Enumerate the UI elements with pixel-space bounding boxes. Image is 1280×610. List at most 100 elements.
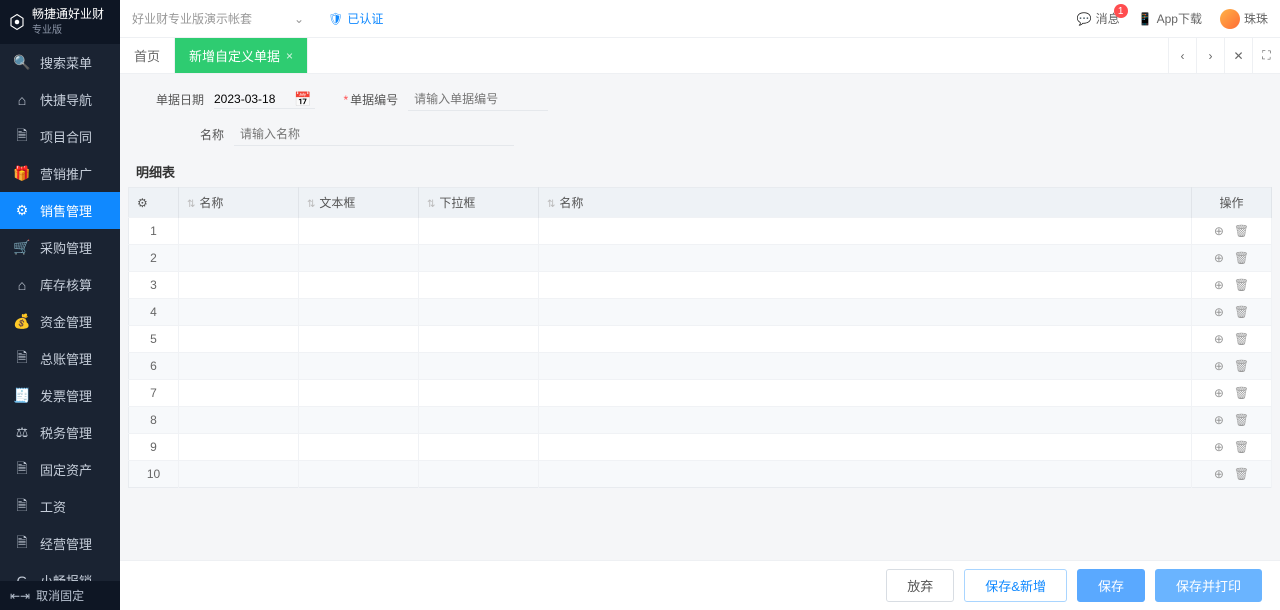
save-button[interactable]: 保存: [1077, 569, 1145, 602]
cell-textbox[interactable]: [299, 245, 419, 272]
sidebar-item-operation-mgmt[interactable]: 🗎经营管理: [0, 525, 120, 562]
row-add-button[interactable]: ⊕: [1214, 332, 1224, 346]
table-row[interactable]: 2⊕🗑: [129, 245, 1272, 272]
cell-textbox[interactable]: [299, 461, 419, 488]
cell-name1[interactable]: [179, 407, 299, 434]
cell-name1[interactable]: [179, 326, 299, 353]
table-row[interactable]: 10⊕🗑: [129, 461, 1272, 488]
cell-textbox[interactable]: [299, 272, 419, 299]
col-settings[interactable]: ⚙: [129, 188, 179, 218]
row-add-button[interactable]: ⊕: [1214, 278, 1224, 292]
sidebar-item-tax-mgmt[interactable]: ⚖税务管理: [0, 414, 120, 451]
row-delete-button[interactable]: 🗑: [1234, 305, 1249, 319]
org-selector[interactable]: 好业财专业版演示帐套 ⌄: [132, 10, 304, 27]
cell-textbox[interactable]: [299, 407, 419, 434]
cell-textbox[interactable]: [299, 380, 419, 407]
calendar-icon[interactable]: 📅: [294, 91, 311, 108]
sidebar-item-fixed-assets[interactable]: 🗎固定资产: [0, 451, 120, 488]
user-menu[interactable]: 珠珠: [1220, 9, 1268, 29]
sidebar-item-xiaochang[interactable]: G小畅报销: [0, 562, 120, 581]
col-dropdown[interactable]: ⇅下拉框: [419, 188, 539, 218]
cell-name2[interactable]: [539, 218, 1192, 245]
save-and-print-button[interactable]: 保存并打印: [1155, 569, 1262, 602]
row-add-button[interactable]: ⊕: [1214, 359, 1224, 373]
tab-active[interactable]: 新增自定义单据 ×: [175, 38, 308, 73]
tabs-next-button[interactable]: ›: [1196, 38, 1224, 73]
cell-name1[interactable]: [179, 434, 299, 461]
sidebar-item-quick-nav[interactable]: ⌂快捷导航: [0, 81, 120, 118]
row-delete-button[interactable]: 🗑: [1234, 332, 1249, 346]
row-delete-button[interactable]: 🗑: [1234, 278, 1249, 292]
cell-dropdown[interactable]: [419, 245, 539, 272]
cell-name2[interactable]: [539, 299, 1192, 326]
cell-name2[interactable]: [539, 245, 1192, 272]
fullscreen-button[interactable]: ⛶: [1252, 38, 1280, 73]
cell-name2[interactable]: [539, 380, 1192, 407]
table-row[interactable]: 4⊕🗑: [129, 299, 1272, 326]
row-delete-button[interactable]: 🗑: [1234, 386, 1249, 400]
bill-date-input[interactable]: [214, 92, 294, 106]
tab-home[interactable]: 首页: [120, 38, 175, 73]
row-add-button[interactable]: ⊕: [1214, 467, 1224, 481]
cell-textbox[interactable]: [299, 434, 419, 461]
cell-name2[interactable]: [539, 461, 1192, 488]
row-delete-button[interactable]: 🗑: [1234, 224, 1249, 238]
sidebar-pin-toggle[interactable]: ⇤⇥ 取消固定: [0, 581, 120, 610]
sidebar-item-sales-mgmt[interactable]: ⚙销售管理: [0, 192, 120, 229]
col-textbox[interactable]: ⇅文本框: [299, 188, 419, 218]
row-delete-button[interactable]: 🗑: [1234, 413, 1249, 427]
cell-name2[interactable]: [539, 326, 1192, 353]
cell-name2[interactable]: [539, 407, 1192, 434]
cell-dropdown[interactable]: [419, 353, 539, 380]
row-add-button[interactable]: ⊕: [1214, 440, 1224, 454]
row-add-button[interactable]: ⊕: [1214, 386, 1224, 400]
col-name2[interactable]: ⇅名称: [539, 188, 1192, 218]
sidebar-item-stock-account[interactable]: ⌂库存核算: [0, 266, 120, 303]
row-delete-button[interactable]: 🗑: [1234, 440, 1249, 454]
table-row[interactable]: 6⊕🗑: [129, 353, 1272, 380]
cell-name1[interactable]: [179, 299, 299, 326]
cell-textbox[interactable]: [299, 299, 419, 326]
cell-name2[interactable]: [539, 353, 1192, 380]
cell-textbox[interactable]: [299, 353, 419, 380]
row-delete-button[interactable]: 🗑: [1234, 467, 1249, 481]
cell-name1[interactable]: [179, 380, 299, 407]
cell-dropdown[interactable]: [419, 218, 539, 245]
discard-button[interactable]: 放弃: [886, 569, 954, 602]
cell-name1[interactable]: [179, 353, 299, 380]
cell-textbox[interactable]: [299, 326, 419, 353]
sidebar-item-ledger-mgmt[interactable]: 🗎总账管理: [0, 340, 120, 377]
cell-name1[interactable]: [179, 461, 299, 488]
cell-dropdown[interactable]: [419, 407, 539, 434]
table-row[interactable]: 7⊕🗑: [129, 380, 1272, 407]
row-add-button[interactable]: ⊕: [1214, 251, 1224, 265]
cell-dropdown[interactable]: [419, 326, 539, 353]
table-row[interactable]: 3⊕🗑: [129, 272, 1272, 299]
table-row[interactable]: 9⊕🗑: [129, 434, 1272, 461]
save-and-new-button[interactable]: 保存&新增: [964, 569, 1067, 602]
sidebar-item-salary[interactable]: 🗎工资: [0, 488, 120, 525]
tab-close-icon[interactable]: ×: [286, 49, 293, 63]
row-delete-button[interactable]: 🗑: [1234, 251, 1249, 265]
cell-name1[interactable]: [179, 272, 299, 299]
sidebar-item-search-menu[interactable]: 🔍搜索菜单: [0, 44, 120, 81]
row-add-button[interactable]: ⊕: [1214, 413, 1224, 427]
tabs-prev-button[interactable]: ‹: [1168, 38, 1196, 73]
name-input[interactable]: [234, 123, 514, 146]
row-delete-button[interactable]: 🗑: [1234, 359, 1249, 373]
bill-no-input[interactable]: [408, 88, 548, 111]
row-add-button[interactable]: ⊕: [1214, 224, 1224, 238]
messages-button[interactable]: 💬 消息 1: [1077, 10, 1120, 27]
sidebar-item-invoice-mgmt[interactable]: 🧾发票管理: [0, 377, 120, 414]
sidebar-item-project-contract[interactable]: 🗎项目合同: [0, 118, 120, 155]
table-row[interactable]: 1⊕🗑: [129, 218, 1272, 245]
cell-dropdown[interactable]: [419, 434, 539, 461]
col-name1[interactable]: ⇅名称: [179, 188, 299, 218]
sidebar-item-purchase-mgmt[interactable]: 🛒采购管理: [0, 229, 120, 266]
cell-dropdown[interactable]: [419, 272, 539, 299]
tabs-close-all-button[interactable]: ✕: [1224, 38, 1252, 73]
verified-badge[interactable]: 🛡 已认证: [328, 10, 383, 27]
cell-dropdown[interactable]: [419, 299, 539, 326]
cell-textbox[interactable]: [299, 218, 419, 245]
cell-name1[interactable]: [179, 218, 299, 245]
